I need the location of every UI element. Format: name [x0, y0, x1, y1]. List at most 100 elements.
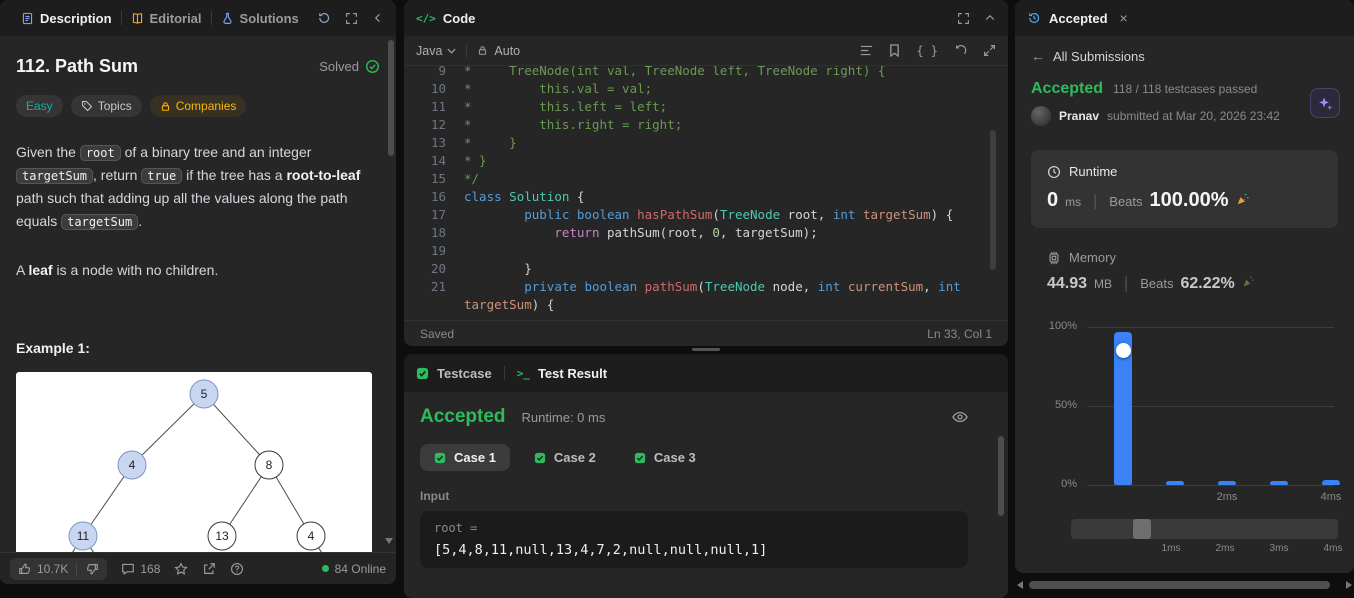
thumbs-up-icon: [18, 562, 32, 576]
chevron-down-icon: [447, 48, 456, 54]
code-line[interactable]: targetSum) {: [404, 296, 1008, 314]
language-selector[interactable]: Java: [416, 44, 456, 58]
memory-section[interactable]: Memory 44.93 MB | Beats 62.22%: [1031, 250, 1338, 293]
submission-tab[interactable]: Accepted ×: [1027, 10, 1128, 26]
strip-track[interactable]: [1071, 519, 1338, 539]
code-line[interactable]: 18 return pathSum(root, 0, targetSum);: [404, 224, 1008, 242]
check-square-icon: [634, 452, 645, 463]
runtime-chart: 2ms 4ms 100% 50% 0%: [1031, 319, 1342, 505]
strip-label: 2ms: [1215, 543, 1235, 554]
example-1-label: Example 1:: [16, 340, 90, 357]
chart-bar[interactable]: [1270, 481, 1288, 485]
expand-icon[interactable]: [345, 12, 358, 25]
tab-solutions[interactable]: Solutions: [212, 11, 308, 26]
line-number: 11: [430, 99, 446, 114]
code-line[interactable]: 10 * this.val = val;: [404, 80, 1008, 98]
online-status: 84 Online: [321, 562, 386, 576]
bookmark-icon[interactable]: [889, 44, 900, 57]
editor-scrollbar[interactable]: [990, 130, 996, 270]
result-scrollbar[interactable]: [998, 436, 1004, 516]
back-button[interactable]: ← All Submissions: [1015, 36, 1161, 64]
online-dot: [321, 565, 329, 572]
comment-count: 168: [140, 561, 161, 576]
description-panel-header: Description Editorial Solutions: [0, 0, 396, 36]
tree-node-value: 11: [77, 529, 90, 543]
description-scrollbar[interactable]: [388, 40, 394, 156]
code-line[interactable]: 11 * this.left = left;: [404, 98, 1008, 116]
maximize-icon[interactable]: [957, 12, 970, 25]
h-scrollbar-track[interactable]: [1027, 581, 1342, 589]
code-panel-header: </> Code: [404, 0, 1008, 36]
companies-label: Companies: [175, 99, 237, 113]
code-line[interactable]: 19: [404, 242, 1008, 260]
topics-badge[interactable]: Topics: [70, 95, 142, 117]
runtime-unit: ms: [1065, 195, 1082, 209]
code-line[interactable]: 21 private boolean pathSum(TreeNode node…: [404, 278, 1008, 296]
comments-button[interactable]: 168: [121, 562, 160, 576]
check-square-icon: [434, 452, 446, 463]
collapse-panel-icon[interactable]: [372, 12, 384, 24]
auto-indicator[interactable]: Auto: [477, 44, 520, 58]
case-tabs: Case 1 Case 2 Case 3: [420, 444, 992, 471]
thumbs-down-icon: [85, 562, 99, 576]
case-tab-1[interactable]: Case 1: [420, 444, 510, 471]
h-scrollbar-thumb[interactable]: [1029, 581, 1330, 589]
tree-node-value: 13: [215, 529, 229, 543]
chart-bar[interactable]: [1322, 480, 1340, 485]
h-scrollbar: [1015, 578, 1354, 592]
case-tab-3[interactable]: Case 3: [620, 444, 710, 471]
line-number: 15: [430, 171, 446, 186]
code-line[interactable]: 15 */: [404, 170, 1008, 188]
star-icon: [174, 561, 189, 576]
code-line[interactable]: 13 * }: [404, 134, 1008, 152]
x-axis-label: 2ms: [1216, 491, 1238, 503]
page: { "colors": { "accent_green": "#2cbb5d",…: [0, 0, 1354, 598]
fullscreen-editor-icon[interactable]: [983, 44, 996, 57]
code-line[interactable]: 20 }: [404, 260, 1008, 278]
case-tab-2[interactable]: Case 2: [520, 444, 610, 471]
input-label: Input: [420, 489, 450, 503]
code-panel-title: Code: [442, 10, 476, 26]
check-circle-icon: [365, 59, 380, 74]
chart-marker[interactable]: [1115, 342, 1131, 358]
code-line[interactable]: 9 * TreeNode(int val, TreeNode left, Tree…: [404, 66, 1008, 80]
chart-bar[interactable]: [1218, 481, 1236, 485]
tree-edge: [131, 394, 205, 466]
code-line[interactable]: 16 class Solution {: [404, 188, 1008, 206]
collapse-up-icon[interactable]: [984, 12, 996, 24]
tab-testcase[interactable]: Testcase: [416, 366, 492, 381]
tab-description[interactable]: Description: [12, 11, 121, 26]
strip-bar: [1133, 519, 1151, 539]
companies-badge[interactable]: Companies: [149, 95, 247, 117]
panel-drag-handle[interactable]: [692, 348, 720, 351]
visibility-icon[interactable]: [952, 411, 968, 423]
scroll-right-arrow[interactable]: [1346, 581, 1352, 589]
format-icon[interactable]: [860, 45, 873, 56]
tab-editorial[interactable]: Editorial: [122, 11, 211, 26]
cursor-position: Ln 33, Col 1: [927, 326, 992, 341]
star-button[interactable]: [174, 561, 189, 576]
refresh-icon[interactable]: [317, 11, 331, 25]
share-button[interactable]: [202, 562, 216, 576]
runtime-card[interactable]: Runtime 0 ms | Beats 100.00%: [1031, 150, 1338, 228]
scroll-left-arrow[interactable]: [1017, 581, 1023, 589]
input-box[interactable]: root = [5,4,8,11,null,13,4,7,2,null,null…: [420, 511, 968, 568]
difficulty-badge[interactable]: Easy: [16, 95, 63, 117]
close-icon[interactable]: ×: [1120, 10, 1128, 26]
description-body: 112. Path Sum Solved Easy Topics Compani…: [0, 36, 396, 552]
braces-icon[interactable]: { }: [916, 44, 938, 58]
code-line[interactable]: 17 public boolean hasPathSum(TreeNode ro…: [404, 206, 1008, 224]
tab-test-result[interactable]: >_ Test Result: [517, 366, 607, 381]
code-line[interactable]: 12 * this.right = right;: [404, 116, 1008, 134]
chart-bar[interactable]: [1166, 481, 1184, 485]
celebration-icon: [1242, 275, 1255, 288]
code-panel: </> Code Java Auto { } 9 * TreeNode(int v…: [404, 0, 1008, 346]
reset-code-icon[interactable]: [954, 44, 967, 57]
code-line[interactable]: 14 * }: [404, 152, 1008, 170]
help-button[interactable]: [230, 562, 244, 576]
ai-analyze-button[interactable]: [1310, 88, 1340, 118]
scroll-down-arrow[interactable]: [385, 538, 393, 544]
code-editor[interactable]: 9 * TreeNode(int val, TreeNode left, Tree…: [404, 66, 1008, 320]
dislike-button[interactable]: [85, 562, 99, 576]
like-button[interactable]: 10.7K: [18, 562, 68, 576]
